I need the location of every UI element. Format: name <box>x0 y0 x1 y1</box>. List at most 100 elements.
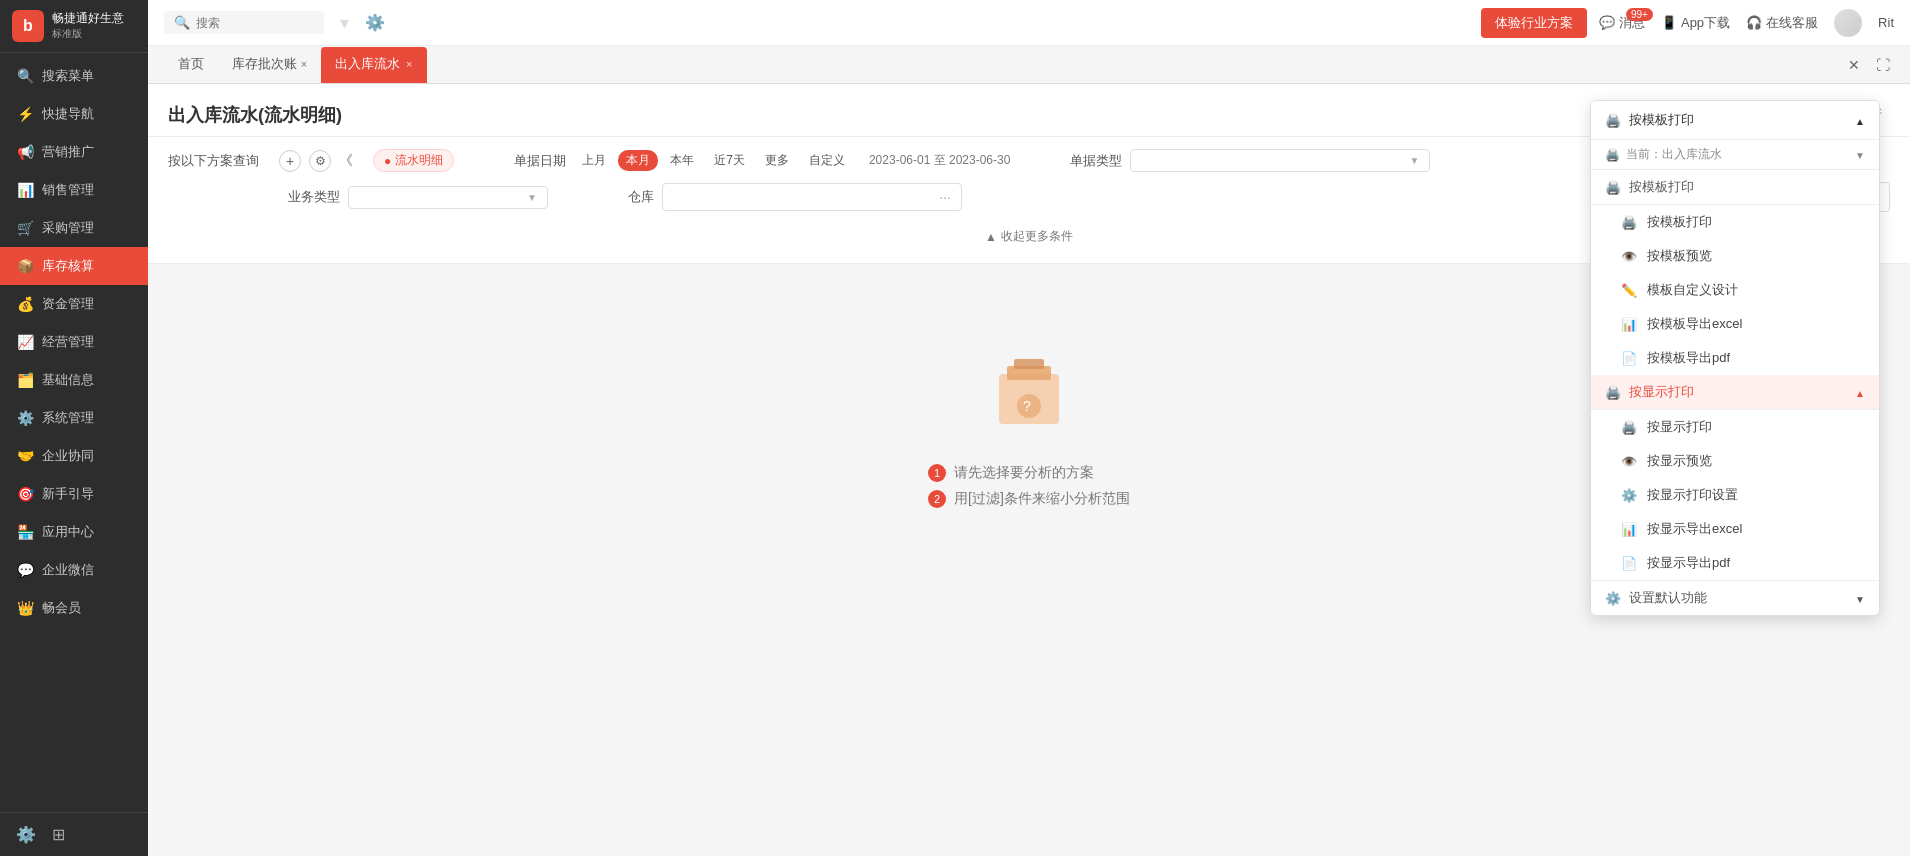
sidebar-item-appstore[interactable]: 🏪 应用中心 <box>0 513 148 551</box>
tabbar-controls: ✕ ⛶ <box>1844 55 1894 75</box>
sidebar-item-search[interactable]: 🔍 搜索菜单 <box>0 57 148 95</box>
display-print-item[interactable]: 🖨️ 按显示打印 <box>1591 410 1879 444</box>
warehouse-input[interactable]: ··· <box>662 183 962 211</box>
sidebar-settings-icon[interactable]: ⚙️ <box>16 825 36 844</box>
sidebar-item-label: 基础信息 <box>42 371 94 389</box>
collapse-icon: ▲ <box>985 230 997 244</box>
this-month-shortcut[interactable]: 本月 <box>618 150 658 171</box>
item-pdf-icon: 📄 <box>1621 351 1637 366</box>
template-export-pdf-item[interactable]: 📄 按模板导出pdf <box>1591 341 1879 375</box>
filter-settings-button[interactable]: ⚙ <box>309 150 331 172</box>
purchase-icon: 🛒 <box>16 220 34 236</box>
empty-illustration: ? <box>979 344 1079 444</box>
footer-settings-icon: ⚙️ <box>1605 591 1621 606</box>
display-print-settings-item[interactable]: ⚙️ 按显示打印设置 <box>1591 478 1879 512</box>
bill-type-input[interactable]: ▼ <box>1130 149 1430 172</box>
warehouse-dots: ··· <box>939 189 951 205</box>
item-display-preview-icon: 👁️ <box>1621 454 1637 469</box>
message-badge: 99+ <box>1626 8 1653 21</box>
dropdown-chevron-up[interactable] <box>1855 113 1865 128</box>
tab-flow[interactable]: 出入库流水 × <box>321 47 426 83</box>
display-preview-item[interactable]: 👁️ 按显示预览 <box>1591 444 1879 478</box>
template-export-excel-item[interactable]: 📊 按模板导出excel <box>1591 307 1879 341</box>
collab-icon: 🤝 <box>16 448 34 464</box>
sidebar-item-finance[interactable]: 💰 资金管理 <box>0 285 148 323</box>
tab-batch-close[interactable]: × <box>301 58 307 70</box>
current-template-label: 当前：出入库流水 <box>1626 146 1722 163</box>
template-preview-item[interactable]: 👁️ 按模板预览 <box>1591 239 1879 273</box>
flow-detail-tag[interactable]: ● 流水明细 <box>373 149 454 172</box>
more-shortcut[interactable]: 更多 <box>757 150 797 171</box>
sidebar-item-wechat[interactable]: 💬 企业微信 <box>0 551 148 589</box>
member-icon: 👑 <box>16 600 34 616</box>
sidebar-item-purchase[interactable]: 🛒 采购管理 <box>0 209 148 247</box>
sidebar-item-label: 快捷导航 <box>42 105 94 123</box>
svg-rect-2 <box>1014 359 1044 369</box>
template-print-section-header[interactable]: 🖨️ 按模板打印 <box>1591 170 1879 205</box>
sidebar-toggle-icon[interactable]: ⊞ <box>52 825 65 844</box>
sidebar-item-sales[interactable]: 📊 销售管理 <box>0 171 148 209</box>
message-area[interactable]: 💬 消息 99+ <box>1599 14 1645 32</box>
tab-maximize-icon[interactable]: ⛶ <box>1872 55 1894 75</box>
template-custom-item[interactable]: ✏️ 模板自定义设计 <box>1591 273 1879 307</box>
tab-batch[interactable]: 库存批次账 × <box>218 47 321 83</box>
search-input[interactable] <box>196 16 296 30</box>
avatar[interactable] <box>1834 9 1862 37</box>
sidebar-item-label: 资金管理 <box>42 295 94 313</box>
sidebar-item-base[interactable]: 🗂️ 基础信息 <box>0 361 148 399</box>
bill-type-filter: 单据类型 ▼ <box>1070 149 1430 172</box>
display-section-chevron[interactable] <box>1855 385 1865 400</box>
template-print-item[interactable]: 🖨️ 按模板打印 <box>1591 205 1879 239</box>
item-preview-icon: 👁️ <box>1621 249 1637 264</box>
business-type-chevron: ▼ <box>527 192 537 203</box>
add-filter-button[interactable]: + <box>279 150 301 172</box>
custom-shortcut[interactable]: 自定义 <box>801 150 853 171</box>
current-template-chevron[interactable] <box>1855 148 1865 162</box>
sidebar-item-member[interactable]: 👑 畅会员 <box>0 589 148 627</box>
guide-icon: 🎯 <box>16 486 34 502</box>
sidebar-item-system[interactable]: ⚙️ 系统管理 <box>0 399 148 437</box>
date-filter: 单据日期 上月 本月 本年 近7天 更多 自定义 2023-06-01 至 20… <box>514 150 1010 171</box>
date-range-display: 2023-06-01 至 2023-06-30 <box>869 152 1010 169</box>
tab-home[interactable]: 首页 <box>164 47 218 83</box>
industry-solution-button[interactable]: 体验行业方案 <box>1481 8 1587 38</box>
display-print-section-header[interactable]: 🖨️ 按显示打印 <box>1591 375 1879 410</box>
last-7-days-shortcut[interactable]: 近7天 <box>706 150 753 171</box>
filter-collapse-button[interactable]: 《 <box>339 152 353 170</box>
topbar: 🔍 ▾ ⚙️ 体验行业方案 💬 消息 99+ 📱 App下载 🎧 在线客服 <box>148 0 1910 46</box>
logo-sub: 标准版 <box>52 27 124 41</box>
app-download-area[interactable]: 📱 App下载 <box>1661 14 1730 32</box>
tab-flow-close[interactable]: × <box>406 58 412 70</box>
dropdown-footer-settings[interactable]: ⚙️ 设置默认功能 <box>1591 581 1879 615</box>
footer-chevron[interactable] <box>1855 591 1865 606</box>
sidebar-item-inventory[interactable]: 📦 库存核算 <box>0 247 148 285</box>
empty-step-1: 1 请先选择要分析的方案 <box>928 464 1130 482</box>
sidebar-item-operations[interactable]: 📈 经营管理 <box>0 323 148 361</box>
section-display-icon: 🖨️ <box>1605 385 1621 400</box>
step-2-number: 2 <box>928 490 946 508</box>
business-type-label: 业务类型 <box>288 188 340 206</box>
gear-icon[interactable]: ⚙️ <box>365 13 385 32</box>
sidebar-item-label: 销售管理 <box>42 181 94 199</box>
online-service-area[interactable]: 🎧 在线客服 <box>1746 14 1818 32</box>
business-type-input[interactable]: ▼ <box>348 186 548 209</box>
sidebar-item-quicknav[interactable]: ⚡ 快捷导航 <box>0 95 148 133</box>
display-export-excel-item[interactable]: 📊 按显示导出excel <box>1591 512 1879 546</box>
display-export-pdf-item[interactable]: 📄 按显示导出pdf <box>1591 546 1879 580</box>
bill-type-chevron: ▼ <box>1409 155 1419 166</box>
date-shortcuts: 上月 本月 本年 近7天 更多 自定义 <box>574 150 853 171</box>
sidebar-item-guide[interactable]: 🎯 新手引导 <box>0 475 148 513</box>
sidebar-bottom: ⚙️ ⊞ <box>0 812 148 856</box>
last-month-shortcut[interactable]: 上月 <box>574 150 614 171</box>
sidebar-item-label: 采购管理 <box>42 219 94 237</box>
this-year-shortcut[interactable]: 本年 <box>662 150 702 171</box>
sidebar-item-label: 系统管理 <box>42 409 94 427</box>
print-dropdown-panel: 🖨️ 按模板打印 🖨️ 当前：出入库流水 🖨️ 按模板打印 🖨️ 按模板打印 👁… <box>1590 100 1880 616</box>
tab-close-all-icon[interactable]: ✕ <box>1844 55 1864 75</box>
sidebar-item-marketing[interactable]: 📢 营销推广 <box>0 133 148 171</box>
item-display-pdf-icon: 📄 <box>1621 556 1637 571</box>
search-box[interactable]: 🔍 <box>164 11 324 34</box>
sidebar-item-collab[interactable]: 🤝 企业协同 <box>0 437 148 475</box>
logo-text-area: 畅捷通好生意 标准版 <box>52 11 124 41</box>
sidebar-item-label: 应用中心 <box>42 523 94 541</box>
